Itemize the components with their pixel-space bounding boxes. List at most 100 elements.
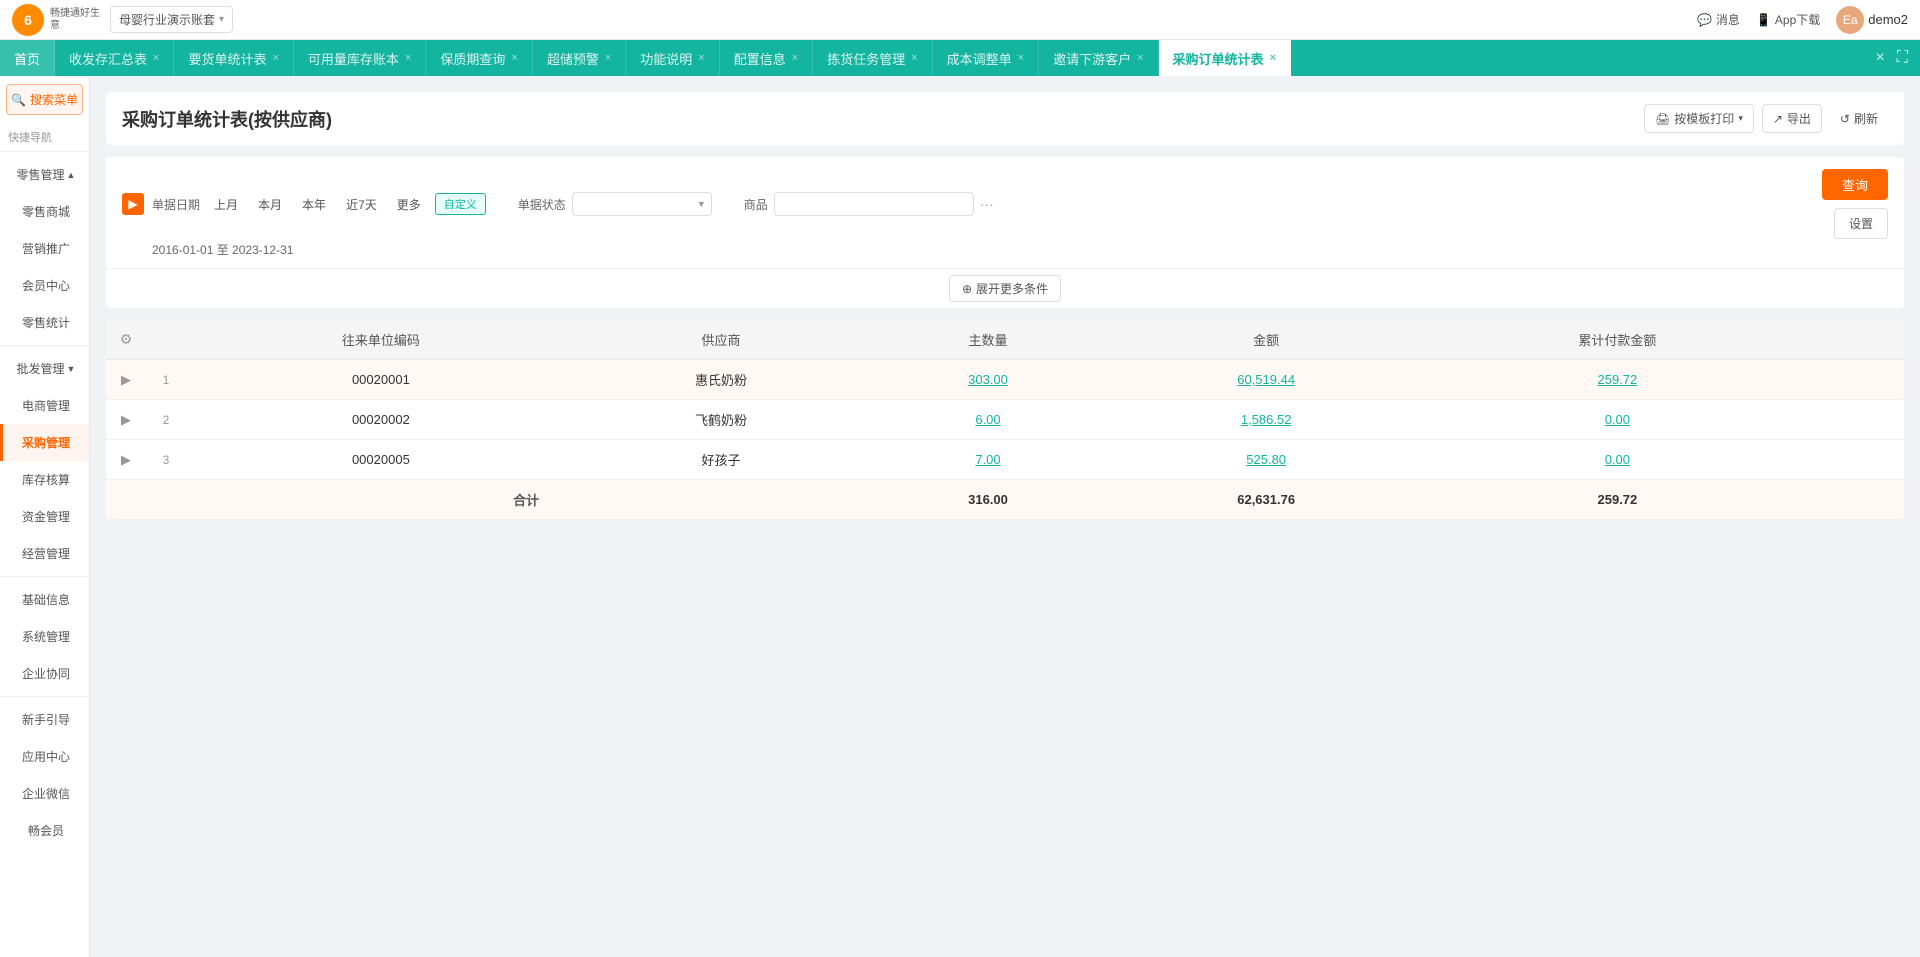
tab-function-desc[interactable]: 功能说明 ×: [626, 40, 719, 76]
row3-paid-link[interactable]: 0.00: [1605, 452, 1630, 467]
status-select[interactable]: [572, 192, 712, 216]
footer-amount: 62,631.76: [1110, 480, 1423, 520]
page-title: 采购订单统计表(按供应商): [122, 106, 332, 132]
tab-purchase-stats-close-icon[interactable]: ×: [1270, 52, 1276, 64]
sidebar-item-member[interactable]: 畅会员: [0, 812, 89, 849]
sidebar-capital-label: 资金管理: [22, 510, 70, 524]
expand-more-btn[interactable]: ⊕ 展开更多条件: [949, 275, 1061, 302]
sidebar-retail-stats-label: 零售统计: [22, 316, 70, 330]
date-btn-7days[interactable]: 近7天: [338, 194, 385, 215]
tab-purchase-stats[interactable]: 采购订单统计表 ×: [1159, 40, 1291, 76]
filter-toggle-arrow[interactable]: ▶: [122, 193, 144, 215]
sidebar-item-basic-info[interactable]: 基础信息: [0, 581, 89, 618]
tab-collect-summary[interactable]: 收发存汇总表 ×: [55, 40, 174, 76]
row1-expand[interactable]: ▶: [106, 360, 146, 400]
row2-paid-link[interactable]: 0.00: [1605, 412, 1630, 427]
row1-qty-link[interactable]: 303.00: [968, 372, 1008, 387]
sidebar-item-marketing[interactable]: 营销推广: [0, 230, 89, 267]
row3-amount-link[interactable]: 525.80: [1246, 452, 1286, 467]
table-row: ▶ 3 00020005 好孩子 7.00 525.80 0.00: [106, 440, 1904, 480]
date-custom-tag[interactable]: 自定义: [435, 193, 486, 215]
row1-paid-link[interactable]: 259.72: [1598, 372, 1638, 387]
date-btn-last-month[interactable]: 上月: [206, 194, 246, 215]
tab-cost-adjust-label: 成本调整单: [947, 49, 1012, 68]
sidebar-item-retail-shop[interactable]: 零售商城: [0, 193, 89, 230]
print-btn[interactable]: 🖨 按模板打印 ▾: [1644, 104, 1754, 133]
tab-cost-adjust[interactable]: 成本调整单 ×: [933, 40, 1039, 76]
user-area[interactable]: Ea demo2: [1836, 6, 1908, 34]
status-filter-label: 单据状态: [518, 196, 566, 213]
row2-amount: 1,586.52: [1110, 400, 1423, 440]
row3-num: 3: [146, 440, 186, 480]
search-icon: 🔍: [11, 93, 26, 107]
tab-expiry-query[interactable]: 保质期查询 ×: [426, 40, 532, 76]
app-download-btn[interactable]: 📱 App下载: [1756, 11, 1820, 28]
tab-overstock-warning-close-icon[interactable]: ×: [605, 52, 611, 64]
tab-cost-adjust-close-icon[interactable]: ×: [1018, 52, 1024, 64]
tab-home[interactable]: 首页: [0, 40, 55, 76]
goods-input[interactable]: [774, 192, 974, 216]
row3-qty-link[interactable]: 7.00: [975, 452, 1000, 467]
sidebar-item-new-guide[interactable]: 新手引导: [0, 701, 89, 738]
table-header-row: ⚙ 往来单位编码 供应商 主数量 金额 累计付款金额: [106, 320, 1904, 360]
goods-more-icon[interactable]: ···: [980, 196, 994, 212]
search-menu-btn[interactable]: 🔍 搜索菜单: [6, 84, 83, 115]
tab-invite-downstream-close-icon[interactable]: ×: [1137, 52, 1143, 64]
col-extra: [1812, 320, 1904, 360]
sidebar-item-member-center[interactable]: 会员中心: [0, 267, 89, 304]
row2-expand[interactable]: ▶: [106, 400, 146, 440]
tab-pick-task-close-icon[interactable]: ×: [911, 52, 917, 64]
settings-btn[interactable]: 设置: [1834, 208, 1888, 239]
message-btn[interactable]: 💬 消息: [1697, 11, 1740, 28]
sidebar-search-area: 🔍 搜索菜单: [0, 76, 89, 123]
sidebar: 🔍 搜索菜单 快捷导航 零售管理 ▲ 零售商城 营销推广 会员中心 零售统计 批…: [0, 76, 90, 957]
export-label: 导出: [1787, 110, 1811, 127]
sidebar-item-sys-mgmt[interactable]: 系统管理: [0, 618, 89, 655]
row3-expand[interactable]: ▶: [106, 440, 146, 480]
sidebar-divider-4: [0, 696, 89, 697]
tab-overstock-warning[interactable]: 超储预警 ×: [533, 40, 626, 76]
nav-close-btn[interactable]: ×: [1871, 47, 1888, 69]
tab-collect-summary-close-icon[interactable]: ×: [153, 52, 159, 64]
tab-overstock-warning-label: 超储预警: [547, 49, 599, 68]
refresh-btn[interactable]: ↺ 刷新: [1830, 105, 1888, 132]
tab-stock-account-close-icon[interactable]: ×: [405, 52, 411, 64]
date-btn-this-year[interactable]: 本年: [294, 194, 334, 215]
sidebar-item-app-center[interactable]: 应用中心: [0, 738, 89, 775]
row3-amount: 525.80: [1110, 440, 1423, 480]
sidebar-item-ecommerce[interactable]: 电商管理: [0, 387, 89, 424]
tab-order-stats[interactable]: 要货单统计表 ×: [174, 40, 293, 76]
sidebar-item-retail-mgmt[interactable]: 零售管理 ▲: [0, 156, 89, 193]
tab-pick-task[interactable]: 拣货任务管理 ×: [813, 40, 932, 76]
row2-qty-link[interactable]: 6.00: [975, 412, 1000, 427]
sidebar-item-operation[interactable]: 经营管理: [0, 535, 89, 572]
col-paid-amount-header: 累计付款金额: [1423, 320, 1813, 360]
sidebar-item-capital[interactable]: 资金管理: [0, 498, 89, 535]
tab-expiry-query-close-icon[interactable]: ×: [511, 52, 517, 64]
sidebar-item-purchase-mgmt[interactable]: 采购管理: [0, 424, 89, 461]
row2-amount-link[interactable]: 1,586.52: [1241, 412, 1292, 427]
expand-row-icon: ▶: [121, 452, 131, 467]
row1-amount-link[interactable]: 60,519.44: [1237, 372, 1295, 387]
sidebar-item-enterprise[interactable]: 企业协同: [0, 655, 89, 692]
page-header: 采购订单统计表(按供应商) 🖨 按模板打印 ▾ ↗ 导出 ↺ 刷新: [106, 92, 1904, 145]
sidebar-item-wholesale-mgmt[interactable]: 批发管理 ▼: [0, 350, 89, 387]
export-btn[interactable]: ↗ 导出: [1762, 104, 1822, 133]
settings-icon[interactable]: ⚙: [120, 331, 133, 347]
sidebar-item-inventory[interactable]: 库存核算: [0, 461, 89, 498]
tab-invite-downstream[interactable]: 邀请下游客户 ×: [1039, 40, 1158, 76]
tab-function-desc-close-icon[interactable]: ×: [698, 52, 704, 64]
tab-config-info[interactable]: 配置信息 ×: [720, 40, 813, 76]
sidebar-item-retail-stats[interactable]: 零售统计: [0, 304, 89, 341]
row1-unit-code: 00020001: [186, 360, 576, 400]
tab-config-info-close-icon[interactable]: ×: [792, 52, 798, 64]
date-btn-this-month[interactable]: 本月: [250, 194, 290, 215]
tab-stock-account[interactable]: 可用量库存账本 ×: [294, 40, 426, 76]
tab-order-stats-close-icon[interactable]: ×: [272, 52, 278, 64]
sidebar-item-wechat[interactable]: 企业微信: [0, 775, 89, 812]
nav-maximize-btn[interactable]: ⛶: [1893, 47, 1912, 69]
query-btn[interactable]: 查询: [1822, 169, 1888, 200]
workspace-selector[interactable]: 母婴行业演示账套 ▾: [110, 6, 233, 33]
date-btn-more[interactable]: 更多: [389, 194, 429, 215]
sidebar-sys-mgmt-label: 系统管理: [22, 630, 70, 644]
